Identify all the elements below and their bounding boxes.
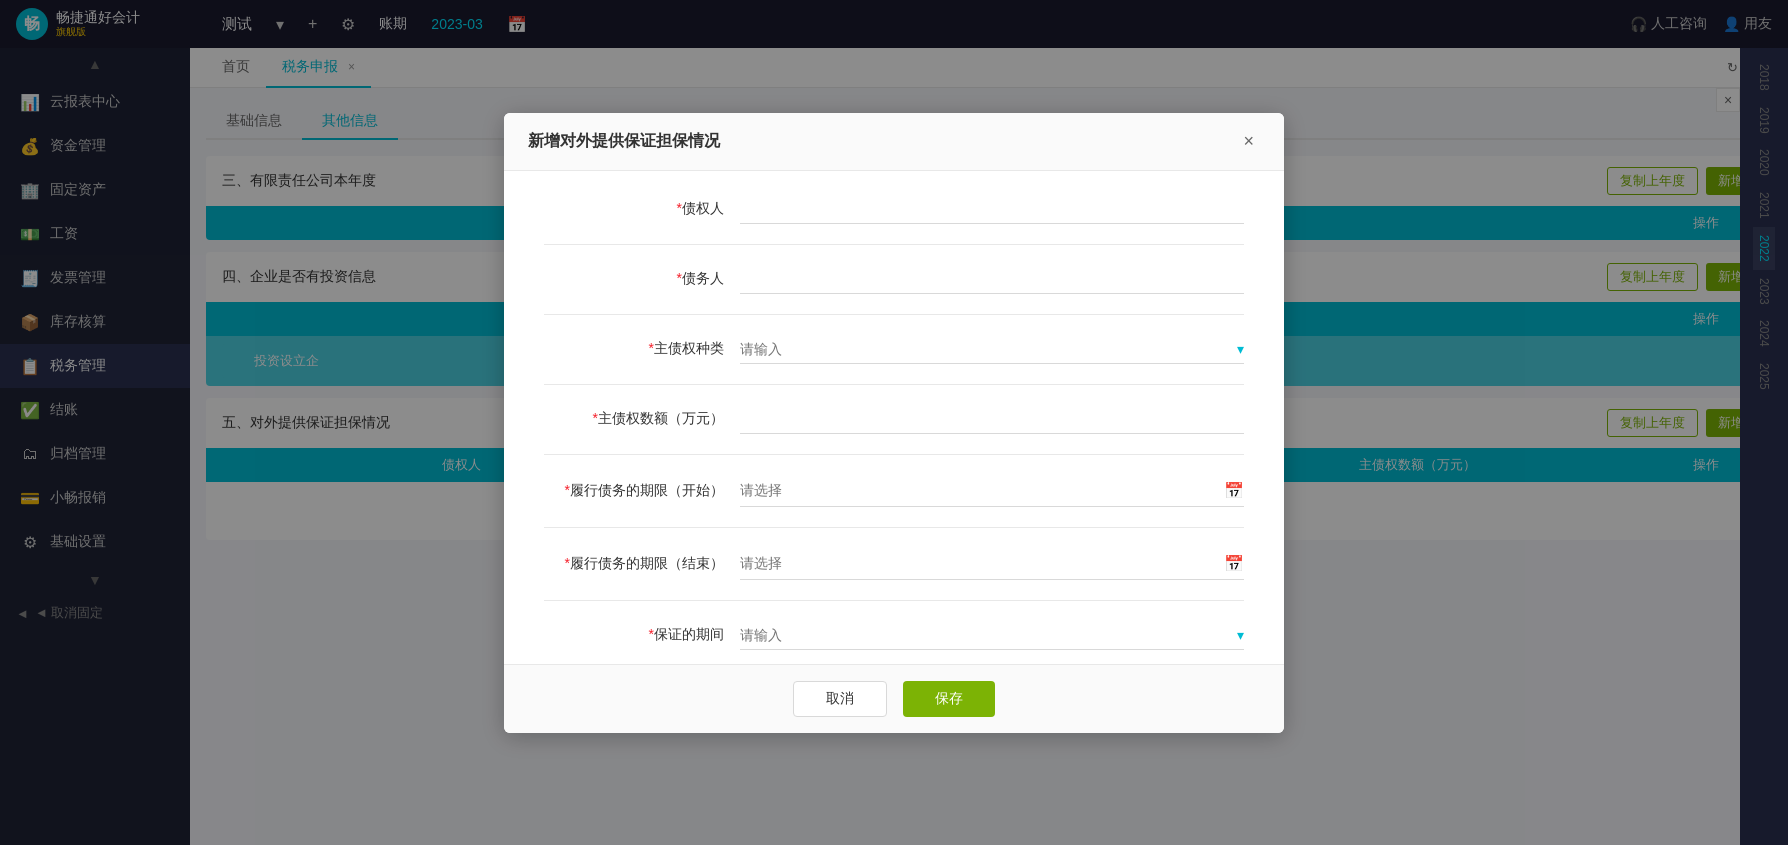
guarantee-period-select-wrapper[interactable]: ▾: [740, 621, 1244, 650]
debt-type-input[interactable]: [740, 341, 1237, 357]
modal-body: *债权人 *债务人 *主债权种类 ▾: [504, 171, 1284, 664]
creditor-label: *债权人: [544, 200, 724, 218]
date-start-calendar-icon[interactable]: 📅: [1224, 481, 1244, 500]
date-end-calendar-icon[interactable]: 📅: [1224, 554, 1244, 573]
date-start-wrapper[interactable]: 📅: [740, 475, 1244, 507]
debtor-input[interactable]: [740, 265, 1244, 294]
form-row-debt-amount: *主债权数额（万元）: [544, 405, 1244, 434]
date-start-required-mark: *: [565, 482, 570, 498]
guarantee-period-arrow-icon: ▾: [1237, 627, 1244, 643]
modal-cancel-button[interactable]: 取消: [793, 681, 887, 717]
guarantee-period-input[interactable]: [740, 627, 1237, 643]
modal-header: 新增对外提供保证担保情况 ×: [504, 113, 1284, 171]
debt-type-arrow-icon: ▾: [1237, 341, 1244, 357]
creditor-required-mark: *: [677, 200, 682, 216]
form-row-creditor: *债权人: [544, 195, 1244, 224]
date-start-label: *履行债务的期限（开始）: [544, 482, 724, 500]
modal-save-button[interactable]: 保存: [903, 681, 995, 717]
modal-overlay: 新增对外提供保证担保情况 × *债权人 *债务人: [0, 0, 1788, 845]
date-end-label: *履行债务的期限（结束）: [544, 555, 724, 573]
modal-add-guarantee: 新增对外提供保证担保情况 × *债权人 *债务人: [504, 113, 1284, 733]
guarantee-period-required-mark: *: [649, 626, 654, 642]
debtor-required-mark: *: [677, 270, 682, 286]
debt-type-select-wrapper[interactable]: ▾: [740, 335, 1244, 364]
form-row-date-start: *履行债务的期限（开始） 📅: [544, 475, 1244, 507]
form-row-date-end: *履行债务的期限（结束） 📅: [544, 548, 1244, 580]
modal-title: 新增对外提供保证担保情况: [528, 131, 720, 152]
debt-amount-label: *主债权数额（万元）: [544, 410, 724, 428]
debt-type-label: *主债权种类: [544, 340, 724, 358]
debtor-label: *债务人: [544, 270, 724, 288]
date-start-input[interactable]: [740, 482, 1224, 498]
form-row-debtor: *债务人: [544, 265, 1244, 294]
modal-close-button[interactable]: ×: [1237, 129, 1260, 154]
debt-amount-input[interactable]: [740, 405, 1244, 434]
debt-amount-required-mark: *: [593, 410, 598, 426]
debt-type-required-mark: *: [649, 340, 654, 356]
form-row-guarantee-period: *保证的期间 ▾: [544, 621, 1244, 650]
guarantee-period-label: *保证的期间: [544, 626, 724, 644]
date-end-wrapper[interactable]: 📅: [740, 548, 1244, 580]
date-end-required-mark: *: [565, 555, 570, 571]
creditor-input[interactable]: [740, 195, 1244, 224]
form-row-debt-type: *主债权种类 ▾: [544, 335, 1244, 364]
modal-footer: 取消 保存: [504, 664, 1284, 733]
date-end-input[interactable]: [740, 555, 1224, 571]
